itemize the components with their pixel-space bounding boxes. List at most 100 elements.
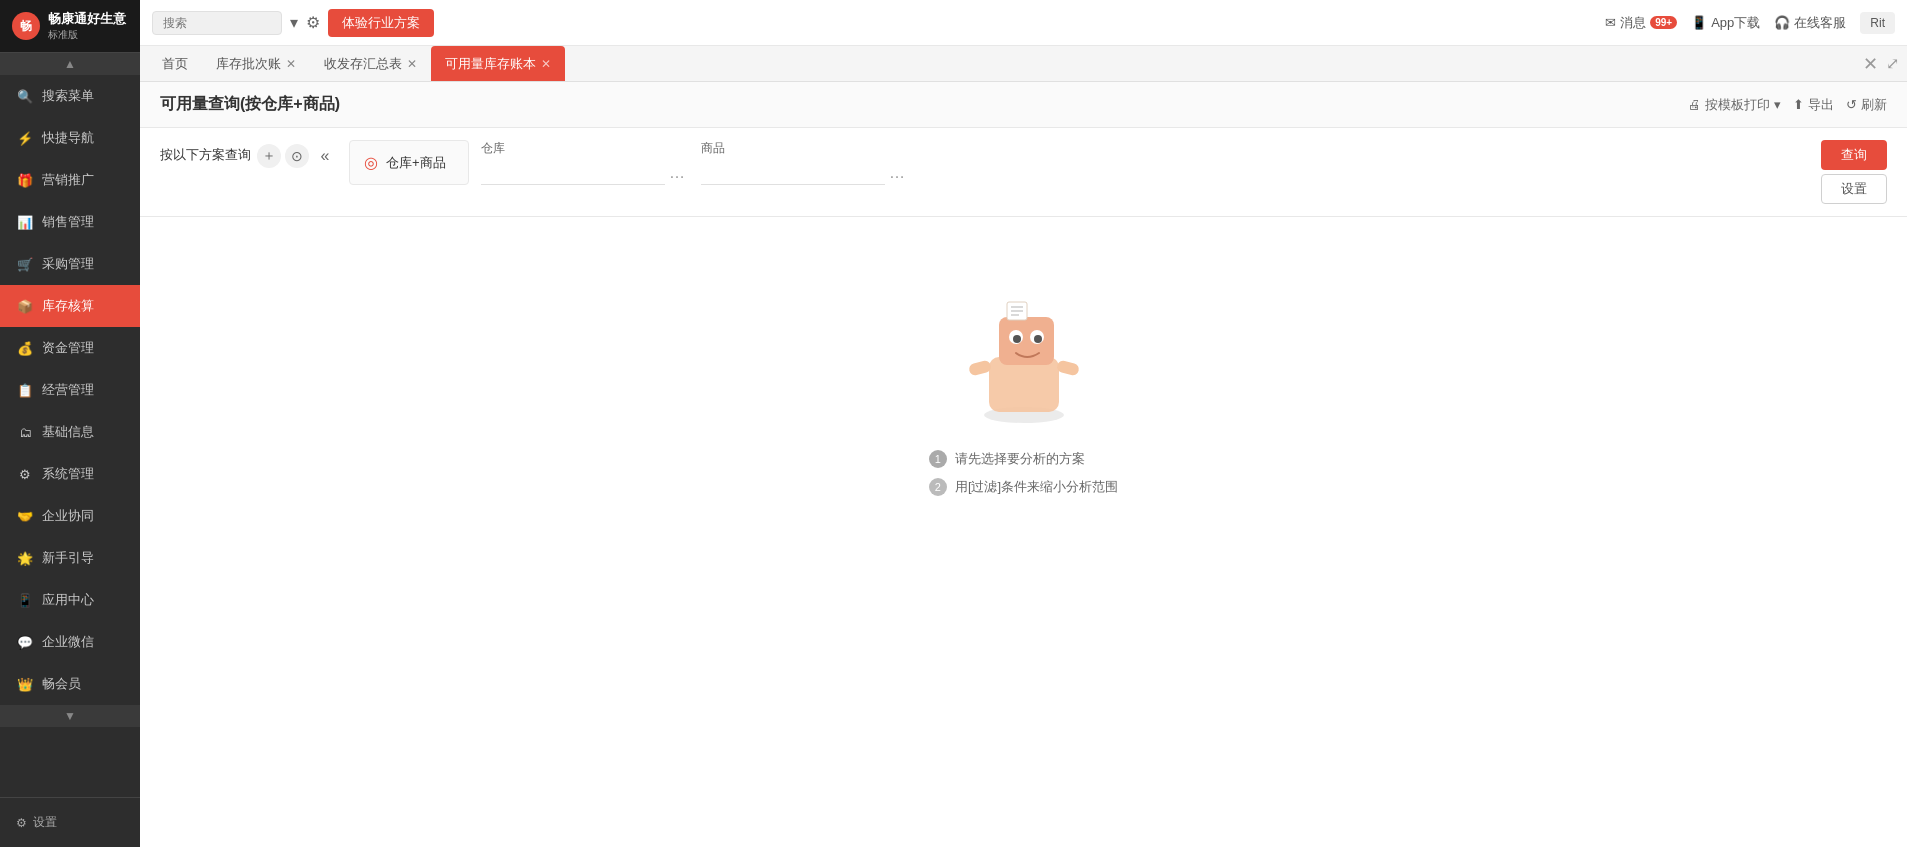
tab-batch[interactable]: 库存批次账 ✕ — [202, 46, 310, 81]
phone-icon: 📱 — [16, 591, 34, 609]
tabs-bar: 首页 库存批次账 ✕ 收发存汇总表 ✕ 可用量库存账本 ✕ ✕ ⤢ — [140, 46, 1907, 82]
scheme-item-warehouse-product[interactable]: ◎ 仓库+商品 — [350, 145, 468, 180]
sidebar-item-member[interactable]: 👑 畅会员 — [0, 663, 140, 705]
scheme-settings-btn[interactable]: ⊙ — [285, 144, 309, 168]
topbar-left: ▾ ⚙ 体验行业方案 — [152, 9, 1595, 37]
sidebar-item-finance[interactable]: 💰 资金管理 — [0, 327, 140, 369]
msg-badge: 99+ — [1650, 16, 1677, 29]
sidebar-item-enterprise[interactable]: 🤝 企业协同 — [0, 495, 140, 537]
topbar-msg-btn[interactable]: ✉ 消息 99+ — [1605, 14, 1677, 32]
sidebar-item-purchase[interactable]: 🛒 采购管理 — [0, 243, 140, 285]
query-btn[interactable]: 查询 — [1821, 140, 1887, 170]
sidebar-item-basic[interactable]: 🗂 基础信息 — [0, 411, 140, 453]
filter-actions: 查询 设置 — [1821, 140, 1887, 204]
sidebar-logo: 畅 — [12, 12, 40, 40]
filter-fields: 仓库 … 商品 … — [481, 140, 1809, 185]
headset-icon: 🎧 — [1774, 15, 1790, 30]
export-icon: ⬆ — [1793, 97, 1804, 112]
topbar-user-btn[interactable]: Rit — [1860, 12, 1895, 34]
money-icon: 💰 — [16, 339, 34, 357]
warehouse-input[interactable] — [481, 161, 665, 185]
content-area: 可用量查询(按仓库+商品) 🖨 按模板打印 ▾ ⬆ 导出 ↺ 刷新 — [140, 82, 1907, 847]
topbar-right: ✉ 消息 99+ 📱 App下载 🎧 在线客服 Rit — [1605, 12, 1895, 34]
box-icon: 📦 — [16, 297, 34, 315]
svg-point-6 — [1034, 335, 1042, 343]
shortcut-icon: ⚡ — [16, 129, 34, 147]
empty-illustration — [959, 297, 1089, 427]
sidebar-item-shortcut[interactable]: ⚡ 快捷导航 — [0, 117, 140, 159]
sidebar-title: 畅康通好生意 — [48, 10, 126, 28]
topbar-dropdown-btn[interactable]: ▾ — [290, 13, 298, 32]
export-btn[interactable]: ⬆ 导出 — [1793, 96, 1834, 114]
product-input-wrap: … — [701, 161, 905, 185]
page-title: 可用量查询(按仓库+商品) — [160, 94, 340, 115]
refresh-btn[interactable]: ↺ 刷新 — [1846, 96, 1887, 114]
topbar-gear-btn[interactable]: ⚙ — [306, 13, 320, 32]
collapse-btn[interactable]: « — [313, 144, 337, 168]
topbar-industry-btn[interactable]: 体验行业方案 — [328, 9, 434, 37]
print-icon: 🖨 — [1688, 97, 1701, 112]
svg-rect-7 — [967, 359, 991, 376]
phone-icon: 📱 — [1691, 15, 1707, 30]
tab-batch-close[interactable]: ✕ — [286, 57, 296, 71]
print-btn[interactable]: 🖨 按模板打印 ▾ — [1688, 96, 1781, 114]
warehouse-label: 仓库 — [481, 140, 685, 157]
sidebar-item-wechat[interactable]: 💬 企业微信 — [0, 621, 140, 663]
tip-num-1: 1 — [929, 450, 947, 468]
sidebar-item-sales[interactable]: 📊 销售管理 — [0, 201, 140, 243]
page-actions: 🖨 按模板打印 ▾ ⬆ 导出 ↺ 刷新 — [1688, 96, 1887, 114]
sidebar-scroll-down[interactable]: ▼ — [0, 705, 140, 727]
empty-tips: 1 请先选择要分析的方案 2 用[过滤]条件来缩小分析范围 — [929, 450, 1118, 496]
query-scheme-panel: ◎ 仓库+商品 — [349, 140, 469, 185]
settings-btn[interactable]: 设置 — [1821, 174, 1887, 204]
empty-icon — [959, 297, 1089, 430]
product-more-btn[interactable]: … — [889, 164, 905, 182]
print-dropdown-icon: ▾ — [1774, 97, 1781, 112]
empty-state: 1 请先选择要分析的方案 2 用[过滤]条件来缩小分析范围 — [140, 217, 1907, 576]
query-bar: 按以下方案查询 ＋ ⊙ « ◎ 仓库+商品 仓库 — [140, 128, 1907, 217]
chat-icon: 💬 — [16, 633, 34, 651]
sidebar-scroll-up[interactable]: ▲ — [0, 53, 140, 75]
sidebar-settings-btn[interactable]: ⚙ 设置 — [8, 806, 132, 839]
sidebar-item-search[interactable]: 🔍 搜索菜单 — [0, 75, 140, 117]
sidebar-item-operation[interactable]: 📋 经营管理 — [0, 369, 140, 411]
topbar-search-input[interactable] — [152, 11, 282, 35]
tab-summary-close[interactable]: ✕ — [407, 57, 417, 71]
tab-summary[interactable]: 收发存汇总表 ✕ — [310, 46, 431, 81]
sidebar-header: 畅 畅康通好生意 标准版 — [0, 0, 140, 53]
topbar-service-btn[interactable]: 🎧 在线客服 — [1774, 14, 1846, 32]
tab-home[interactable]: 首页 — [148, 46, 202, 81]
sidebar-item-inventory[interactable]: 📦 库存核算 — [0, 285, 140, 327]
empty-tip-1: 1 请先选择要分析的方案 — [929, 450, 1118, 468]
tabs-expand-btn[interactable]: ⤢ — [1886, 53, 1899, 75]
sidebar-item-marketing[interactable]: 🎁 营销推广 — [0, 159, 140, 201]
cart-icon: 🛒 — [16, 255, 34, 273]
search-icon: 🔍 — [16, 87, 34, 105]
warehouse-more-btn[interactable]: … — [669, 164, 685, 182]
sidebar-badge: 标准版 — [48, 28, 126, 42]
sidebar-title-wrap: 畅康通好生意 标准版 — [48, 10, 126, 42]
tab-available-close[interactable]: ✕ — [541, 57, 551, 71]
tabs-close-all-btn[interactable]: ✕ — [1863, 53, 1878, 75]
tab-available[interactable]: 可用量库存账本 ✕ — [431, 46, 565, 81]
filter-warehouse: 仓库 … — [481, 140, 685, 185]
topbar-app-btn[interactable]: 📱 App下载 — [1691, 14, 1760, 32]
sidebar-item-newguide[interactable]: 🌟 新手引导 — [0, 537, 140, 579]
svg-rect-1 — [989, 357, 1059, 412]
chart-icon: 📊 — [16, 213, 34, 231]
clipboard-icon: 📋 — [16, 381, 34, 399]
tip-num-2: 2 — [929, 478, 947, 496]
sidebar: 畅 畅康通好生意 标准版 ▲ 🔍 搜索菜单 ⚡ 快捷导航 🎁 营销推广 📊 销售… — [0, 0, 140, 847]
filter-product: 商品 … — [701, 140, 905, 185]
svg-rect-8 — [1055, 359, 1079, 376]
warehouse-input-wrap: … — [481, 161, 685, 185]
main-area: ▾ ⚙ 体验行业方案 ✉ 消息 99+ 📱 App下载 🎧 在线客服 Rit 首… — [140, 0, 1907, 847]
refresh-icon: ↺ — [1846, 97, 1857, 112]
add-scheme-btn[interactable]: ＋ — [257, 144, 281, 168]
query-label: 按以下方案查询 — [160, 140, 251, 164]
crown-icon: 👑 — [16, 675, 34, 693]
settings-icon: ⚙ — [16, 816, 27, 830]
sidebar-item-system[interactable]: ⚙ 系统管理 — [0, 453, 140, 495]
sidebar-item-appcenter[interactable]: 📱 应用中心 — [0, 579, 140, 621]
product-input[interactable] — [701, 161, 885, 185]
